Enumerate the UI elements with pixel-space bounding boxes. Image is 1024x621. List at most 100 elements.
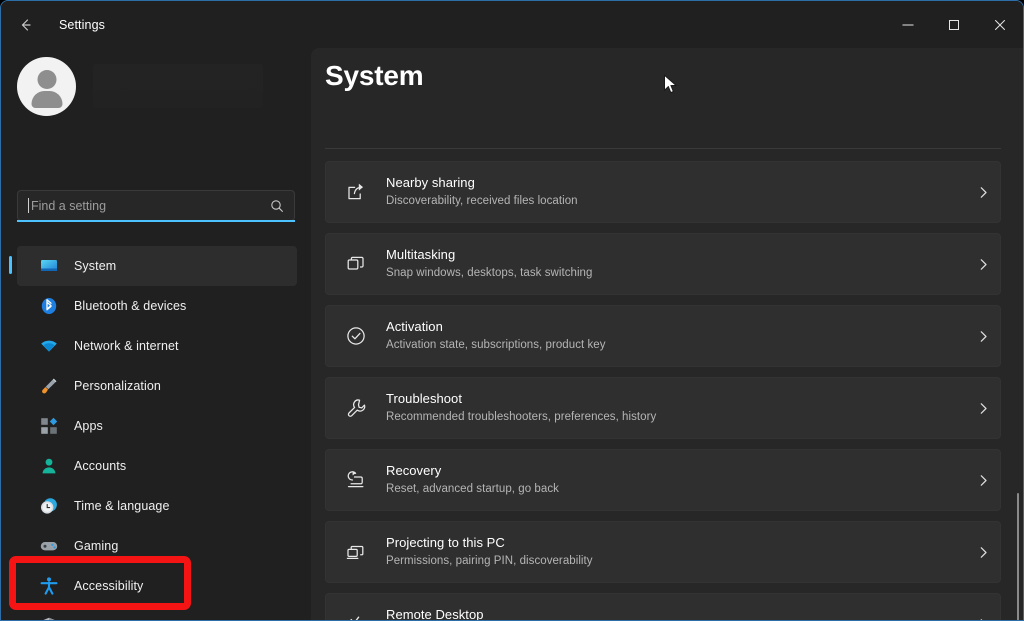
accessibility-icon: [39, 576, 59, 596]
search-focus-underline: [17, 220, 295, 222]
settings-card-activation[interactable]: Activation Activation state, subscription…: [325, 305, 1001, 367]
share-icon: [344, 180, 368, 204]
sidebar-item-label: System: [74, 259, 117, 273]
card-title: Projecting to this PC: [386, 535, 505, 551]
settings-card-projecting-to-this-pc[interactable]: Projecting to this PC Permissions, pairin…: [325, 521, 1001, 583]
settings-card-remote-desktop[interactable]: Remote DesktopRemote Desktop users, conn…: [325, 593, 1001, 620]
title-divider: [325, 148, 1001, 149]
sidebar-item-label: Accessibility: [74, 579, 144, 593]
sidebar-item-label: Apps: [74, 419, 103, 433]
projecting-icon: [344, 540, 368, 564]
settings-card-nearby-sharing[interactable]: Nearby sharing Discoverability, received …: [325, 161, 1001, 223]
sidebar-item-accessibility[interactable]: Accessibility: [17, 566, 297, 606]
card-title: Troubleshoot: [386, 391, 462, 407]
sidebar-item-label: Network & internet: [74, 339, 179, 353]
chevron-right-icon[interactable]: [966, 185, 1000, 200]
card-title: Multitasking: [386, 247, 456, 263]
minimize-button[interactable]: [885, 1, 931, 48]
card-text: Recovery Reset, advanced startup, go back: [386, 463, 966, 496]
card-title: Recovery: [386, 463, 442, 479]
sidebar-item-apps[interactable]: Apps: [17, 406, 297, 446]
avatar: [17, 56, 76, 116]
card-subtitle: Recommended troubleshooters, preferences…: [386, 410, 657, 423]
settings-card-troubleshoot[interactable]: Troubleshoot Recommended troubleshooters,…: [325, 377, 1001, 439]
search-input[interactable]: [29, 198, 270, 213]
card-text: Remote DesktopRemote Desktop users, conn…: [386, 607, 966, 620]
sidebar-item-label: Accounts: [74, 459, 127, 473]
chevron-right-icon[interactable]: [966, 617, 1000, 620]
close-icon: [995, 19, 1005, 30]
card-text: Projecting to this PC Permissions, pairin…: [386, 535, 966, 568]
wifi-icon: [39, 336, 59, 356]
card-title: Remote Desktop: [386, 607, 484, 620]
chevron-right-icon[interactable]: [966, 473, 1000, 488]
sidebar-item-label: Gaming: [74, 539, 119, 553]
remote-desktop-icon: [344, 612, 368, 620]
search-icon[interactable]: [270, 199, 284, 213]
search-box[interactable]: [17, 190, 295, 221]
card-subtitle: Activation state, subscriptions, product…: [386, 338, 606, 351]
wrench-icon: [344, 396, 368, 420]
close-button[interactable]: [977, 1, 1023, 48]
sidebar-item-label: Bluetooth & devices: [74, 299, 187, 313]
card-text: Nearby sharing Discoverability, received …: [386, 175, 966, 208]
card-subtitle: Discoverability, received files location: [386, 194, 578, 207]
clock-icon: [39, 496, 59, 516]
bluetooth-icon: [39, 296, 59, 316]
paintbrush-icon: [39, 376, 59, 396]
sidebar-item-gaming[interactable]: Gaming: [17, 526, 297, 566]
sidebar-item-network-internet[interactable]: Network & internet: [17, 326, 297, 366]
account-profile[interactable]: [17, 56, 295, 116]
sidebar-item-bluetooth-devices[interactable]: Bluetooth & devices: [17, 286, 297, 326]
settings-window: Settings Find a setting System Bluetooth…: [0, 0, 1024, 621]
sidebar-item-label: Personalization: [74, 379, 161, 393]
chevron-right-icon[interactable]: [966, 257, 1000, 272]
scrollbar[interactable]: [1015, 48, 1019, 620]
back-arrow-icon: [21, 18, 31, 31]
recovery-icon: [344, 468, 368, 492]
maximize-button[interactable]: [931, 1, 977, 48]
apps-icon: [39, 416, 59, 436]
shield-icon: [39, 616, 59, 620]
chevron-right-icon[interactable]: [966, 401, 1000, 416]
sidebar-item-accounts[interactable]: Accounts: [17, 446, 297, 486]
card-text: Multitasking Snap windows, desktops, task…: [386, 247, 966, 280]
avatar-head: [37, 69, 56, 89]
chevron-right-icon[interactable]: [966, 545, 1000, 560]
card-title: Activation: [386, 319, 443, 335]
minimize-icon: [902, 24, 914, 25]
multitasking-icon: [344, 252, 368, 276]
scrollbar-thumb[interactable]: [1017, 493, 1019, 620]
sidebar-item-personalization[interactable]: Personalization: [17, 366, 297, 406]
window-title: Settings: [59, 17, 105, 32]
avatar-body: [31, 90, 62, 108]
account-name-redacted: [93, 64, 263, 108]
sidebar-item-label: Time & language: [74, 499, 170, 513]
window-controls: [885, 1, 1023, 48]
title-bar: Settings: [1, 1, 1023, 48]
sidebar-item-time-language[interactable]: Time & language: [17, 486, 297, 526]
sidebar-item-privacy-security[interactable]: Privacy & security: [17, 606, 297, 620]
sidebar-item-label: Privacy & security: [74, 619, 175, 620]
sidebar-nav: System Bluetooth & devices Network & inter…: [1, 246, 311, 620]
card-title: Nearby sharing: [386, 175, 475, 191]
maximize-icon: [949, 19, 959, 30]
card-text: Activation Activation state, subscription…: [386, 319, 966, 352]
sidebar-item-system[interactable]: System: [9, 246, 297, 286]
sidebar: System Bluetooth & devices Network & inter…: [1, 48, 311, 620]
chevron-right-icon[interactable]: [966, 329, 1000, 344]
card-subtitle: Reset, advanced startup, go back: [386, 482, 559, 495]
check-circle-icon: [344, 324, 368, 348]
settings-card-recovery[interactable]: Recovery Reset, advanced startup, go back: [325, 449, 1001, 511]
person-icon: [39, 456, 59, 476]
monitor-icon: [39, 256, 59, 276]
settings-card-list: Nearby sharing Discoverability, received …: [325, 161, 1023, 620]
card-subtitle: Snap windows, desktops, task switching: [386, 266, 593, 279]
back-button[interactable]: [9, 9, 43, 41]
page-title: System: [325, 60, 424, 91]
gamepad-icon: [39, 536, 59, 556]
card-text: Troubleshoot Recommended troubleshooters,…: [386, 391, 966, 424]
card-subtitle: Permissions, pairing PIN, discoverabilit…: [386, 554, 593, 567]
content-pane: System Nearby sharing Discoverability, re…: [311, 48, 1023, 620]
settings-card-multitasking[interactable]: Multitasking Snap windows, desktops, task…: [325, 233, 1001, 295]
